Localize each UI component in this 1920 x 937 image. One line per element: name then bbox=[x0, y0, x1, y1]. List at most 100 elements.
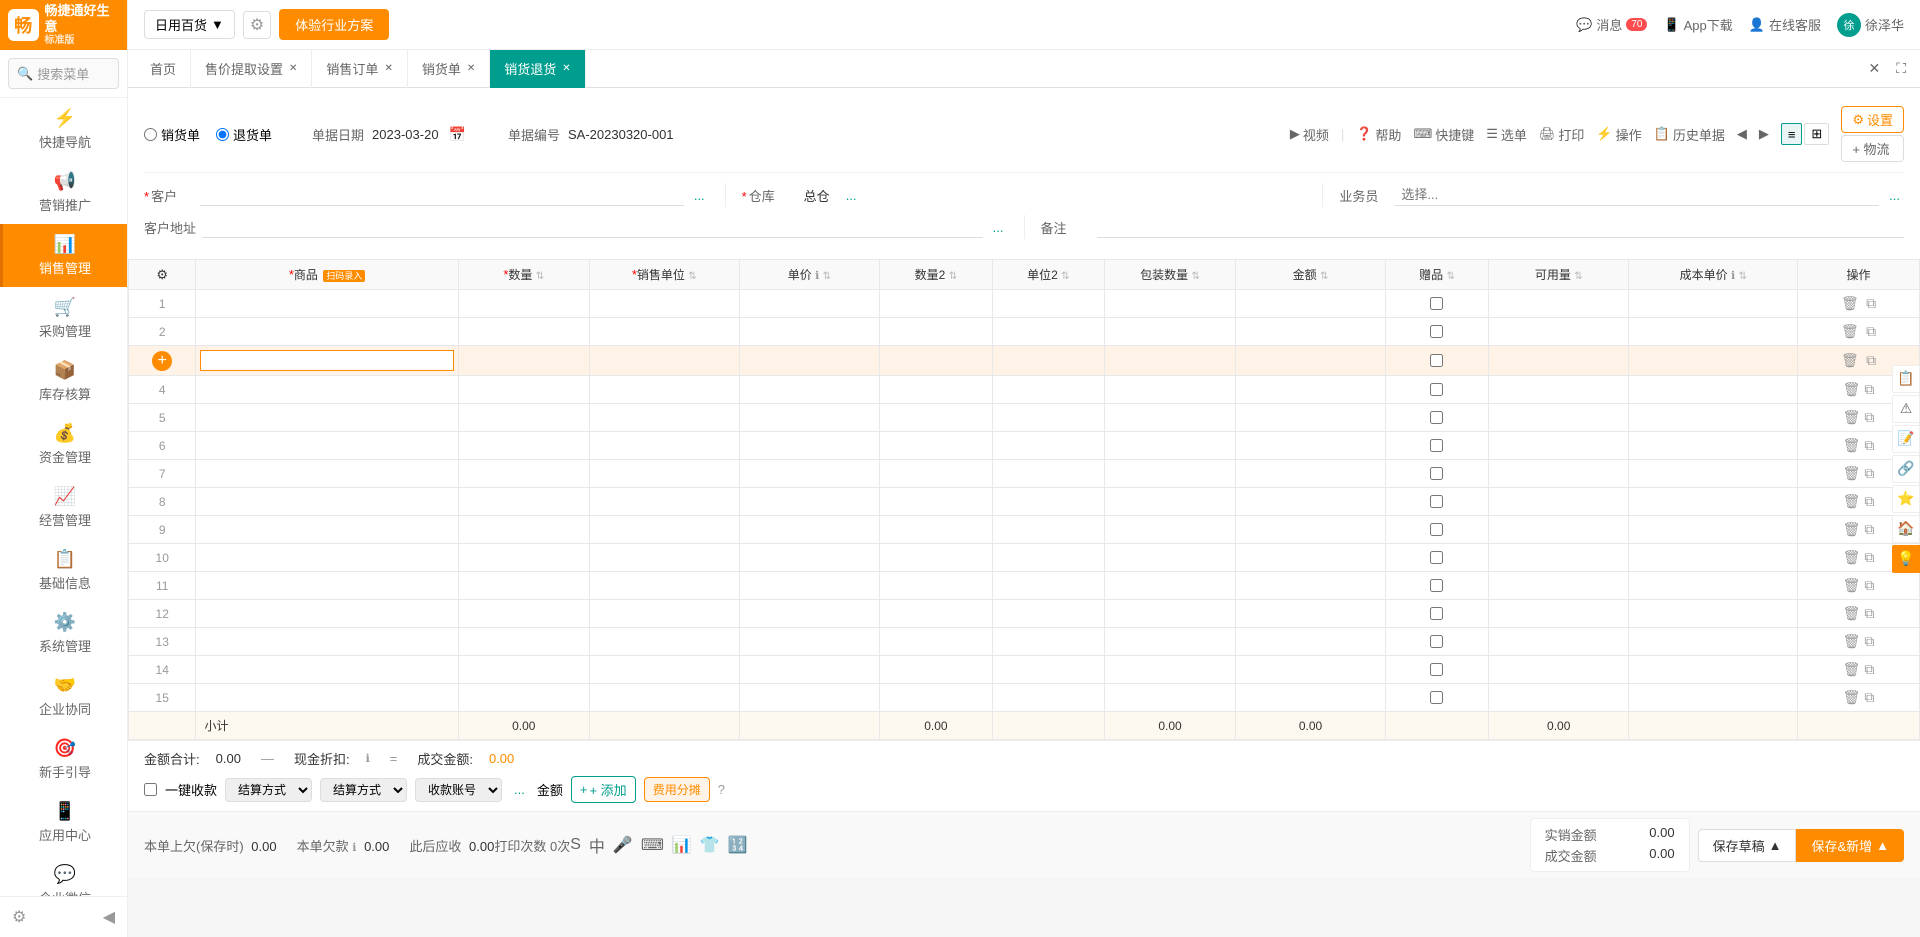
try-solution-btn[interactable]: 体验行业方案 bbox=[279, 9, 389, 40]
copy-row-3-btn[interactable]: ⧉ bbox=[1864, 352, 1878, 369]
tab-sales-order[interactable]: 销售订单 ✕ bbox=[312, 50, 407, 88]
avail-cell-1[interactable] bbox=[1488, 290, 1629, 318]
select-order-btn[interactable]: ☰ 选单 bbox=[1486, 125, 1527, 144]
toolbar-icon-7[interactable]: 🔢 bbox=[728, 835, 748, 855]
date-picker-btn[interactable]: 📅 bbox=[447, 126, 468, 143]
gift-checkbox-8[interactable] bbox=[1430, 495, 1443, 508]
copy-row-14-btn[interactable]: ⧉ bbox=[1862, 661, 1876, 678]
search-menu-button[interactable]: 🔍 搜索菜单 bbox=[8, 58, 119, 89]
cash-discount-info-icon[interactable]: ℹ bbox=[366, 752, 370, 765]
address-select-btn[interactable]: ... bbox=[989, 220, 1008, 235]
sidebar-item-shortcut[interactable]: ⚡ 快捷导航 bbox=[0, 98, 127, 161]
sidebar-item-guide[interactable]: 🎯 新手引导 bbox=[0, 728, 127, 791]
right-sidebar-btn-6[interactable]: 🏠 bbox=[1892, 515, 1920, 543]
copy-row-1-btn[interactable]: ⧉ bbox=[1864, 295, 1878, 312]
sidebar-search[interactable]: 🔍 搜索菜单 bbox=[0, 50, 127, 98]
sidebar-item-operation[interactable]: 📈 经营管理 bbox=[0, 476, 127, 539]
salesperson-input[interactable] bbox=[1395, 184, 1879, 206]
copy-row-11-btn[interactable]: ⧉ bbox=[1862, 577, 1876, 594]
delete-row-2-btn[interactable]: 🗑 bbox=[1839, 323, 1861, 340]
message-btn[interactable]: 💬 消息 70 bbox=[1576, 15, 1647, 34]
delete-row-12-btn[interactable]: 🗑 bbox=[1841, 605, 1863, 622]
cost-cell-1[interactable] bbox=[1629, 290, 1798, 318]
amount-cell-1[interactable] bbox=[1236, 290, 1386, 318]
pkg-cell-2[interactable] bbox=[1104, 318, 1235, 346]
qty-cell-1[interactable] bbox=[458, 290, 589, 318]
expense-help-icon[interactable]: ? bbox=[718, 782, 725, 797]
save-draft-btn[interactable]: 保存草稿 ▲ bbox=[1698, 829, 1797, 862]
delete-row-6-btn[interactable]: 🗑 bbox=[1841, 437, 1863, 454]
copy-row-15-btn[interactable]: ⧉ bbox=[1862, 689, 1876, 706]
copy-row-13-btn[interactable]: ⧉ bbox=[1862, 633, 1876, 650]
qty-sort-icon[interactable]: ⇅ bbox=[536, 271, 544, 282]
radio-sales-delivery-input[interactable] bbox=[144, 128, 157, 141]
toolbar-icon-4[interactable]: ⌨ bbox=[641, 835, 664, 855]
sidebar-item-appstore[interactable]: 📱 应用中心 bbox=[0, 791, 127, 854]
gift-cell-2[interactable] bbox=[1385, 318, 1488, 346]
close-sales-delivery-tab[interactable]: ✕ bbox=[467, 63, 475, 74]
sidebar-item-enterprise[interactable]: 🤝 企业协同 bbox=[0, 665, 127, 728]
copy-row-8-btn[interactable]: ⧉ bbox=[1862, 493, 1876, 510]
unit-cell-1[interactable] bbox=[589, 290, 739, 318]
unit2-cell-2[interactable] bbox=[992, 318, 1104, 346]
gift-checkbox-3[interactable] bbox=[1430, 354, 1443, 367]
gift-checkbox-5[interactable] bbox=[1430, 411, 1443, 424]
copy-row-4-btn[interactable]: ⧉ bbox=[1862, 381, 1876, 398]
amount-sort-icon[interactable]: ⇅ bbox=[1320, 271, 1328, 282]
amount-cell-2[interactable] bbox=[1236, 318, 1386, 346]
avail-cell-2[interactable] bbox=[1488, 318, 1629, 346]
toolbar-icon-5[interactable]: 📊 bbox=[672, 835, 692, 855]
expense-split-btn[interactable]: 费用分摊 bbox=[644, 777, 710, 802]
delete-row-3-btn[interactable]: 🗑 bbox=[1839, 352, 1861, 369]
qty2-sort-icon[interactable]: ⇅ bbox=[949, 271, 957, 282]
online-service-btn[interactable]: 👤 在线客服 bbox=[1749, 15, 1821, 34]
close-sales-return-tab[interactable]: ✕ bbox=[562, 63, 570, 74]
qty2-cell-1[interactable] bbox=[880, 290, 992, 318]
settings-btn[interactable]: ⚙ 设置 bbox=[1841, 106, 1904, 133]
toolbar-icon-1[interactable]: S bbox=[570, 836, 581, 854]
amount-cell-3[interactable] bbox=[1236, 346, 1386, 376]
right-sidebar-btn-2[interactable]: ⚠ bbox=[1892, 395, 1920, 423]
maximize-tab-btn[interactable]: ⛶ bbox=[1890, 58, 1912, 79]
right-sidebar-btn-4[interactable]: 🔗 bbox=[1892, 455, 1920, 483]
delete-row-11-btn[interactable]: 🗑 bbox=[1841, 577, 1863, 594]
unit2-cell-3[interactable] bbox=[992, 346, 1104, 376]
qty2-cell-2[interactable] bbox=[880, 318, 992, 346]
sidebar-item-system[interactable]: ⚙️ 系统管理 bbox=[0, 602, 127, 665]
cost-sort-icon[interactable]: ⇅ bbox=[1739, 271, 1747, 282]
product-cell-3[interactable] bbox=[196, 346, 458, 376]
gift-checkbox-12[interactable] bbox=[1430, 607, 1443, 620]
delete-row-14-btn[interactable]: 🗑 bbox=[1841, 661, 1863, 678]
tab-home[interactable]: 首页 bbox=[136, 50, 191, 88]
copy-row-7-btn[interactable]: ⧉ bbox=[1862, 465, 1876, 482]
right-sidebar-btn-3[interactable]: 📝 bbox=[1892, 425, 1920, 453]
gift-checkbox-4[interactable] bbox=[1430, 383, 1443, 396]
sidebar-item-marketing[interactable]: 📢 营销推广 bbox=[0, 161, 127, 224]
gift-checkbox-15[interactable] bbox=[1430, 691, 1443, 704]
qty2-cell-3[interactable] bbox=[880, 346, 992, 376]
right-sidebar-btn-5[interactable]: ⭐ bbox=[1892, 485, 1920, 513]
table-view-btn[interactable]: ≡ bbox=[1781, 123, 1803, 145]
prev-record-btn[interactable]: ◀ bbox=[1737, 126, 1747, 142]
customer-select-btn[interactable]: ... bbox=[690, 188, 709, 203]
next-record-btn[interactable]: ▶ bbox=[1759, 126, 1769, 142]
delete-row-9-btn[interactable]: 🗑 bbox=[1841, 521, 1863, 538]
gift-checkbox-13[interactable] bbox=[1430, 635, 1443, 648]
product-cell-2[interactable] bbox=[196, 318, 458, 346]
radio-sales-return-input[interactable] bbox=[216, 128, 229, 141]
delete-row-1-btn[interactable]: 🗑 bbox=[1839, 295, 1861, 312]
close-tab-btn[interactable]: ✕ bbox=[1862, 58, 1886, 79]
delete-row-13-btn[interactable]: 🗑 bbox=[1841, 633, 1863, 650]
salesperson-select-btn[interactable]: ... bbox=[1885, 188, 1904, 203]
price-info-icon[interactable]: ℹ bbox=[815, 270, 819, 282]
delete-row-8-btn[interactable]: 🗑 bbox=[1841, 493, 1863, 510]
unit-sort-icon[interactable]: ⇅ bbox=[688, 271, 696, 282]
price-cell-1[interactable] bbox=[739, 290, 880, 318]
copy-row-6-btn[interactable]: ⧉ bbox=[1862, 437, 1876, 454]
delete-row-4-btn[interactable]: 🗑 bbox=[1841, 381, 1863, 398]
qty-cell-2[interactable] bbox=[458, 318, 589, 346]
save-draft-dropdown-icon[interactable]: ▲ bbox=[1769, 838, 1782, 853]
delete-row-7-btn[interactable]: 🗑 bbox=[1841, 465, 1863, 482]
save-new-btn[interactable]: 保存&新增 ▲ bbox=[1796, 829, 1904, 862]
delete-row-10-btn[interactable]: 🗑 bbox=[1841, 549, 1863, 566]
